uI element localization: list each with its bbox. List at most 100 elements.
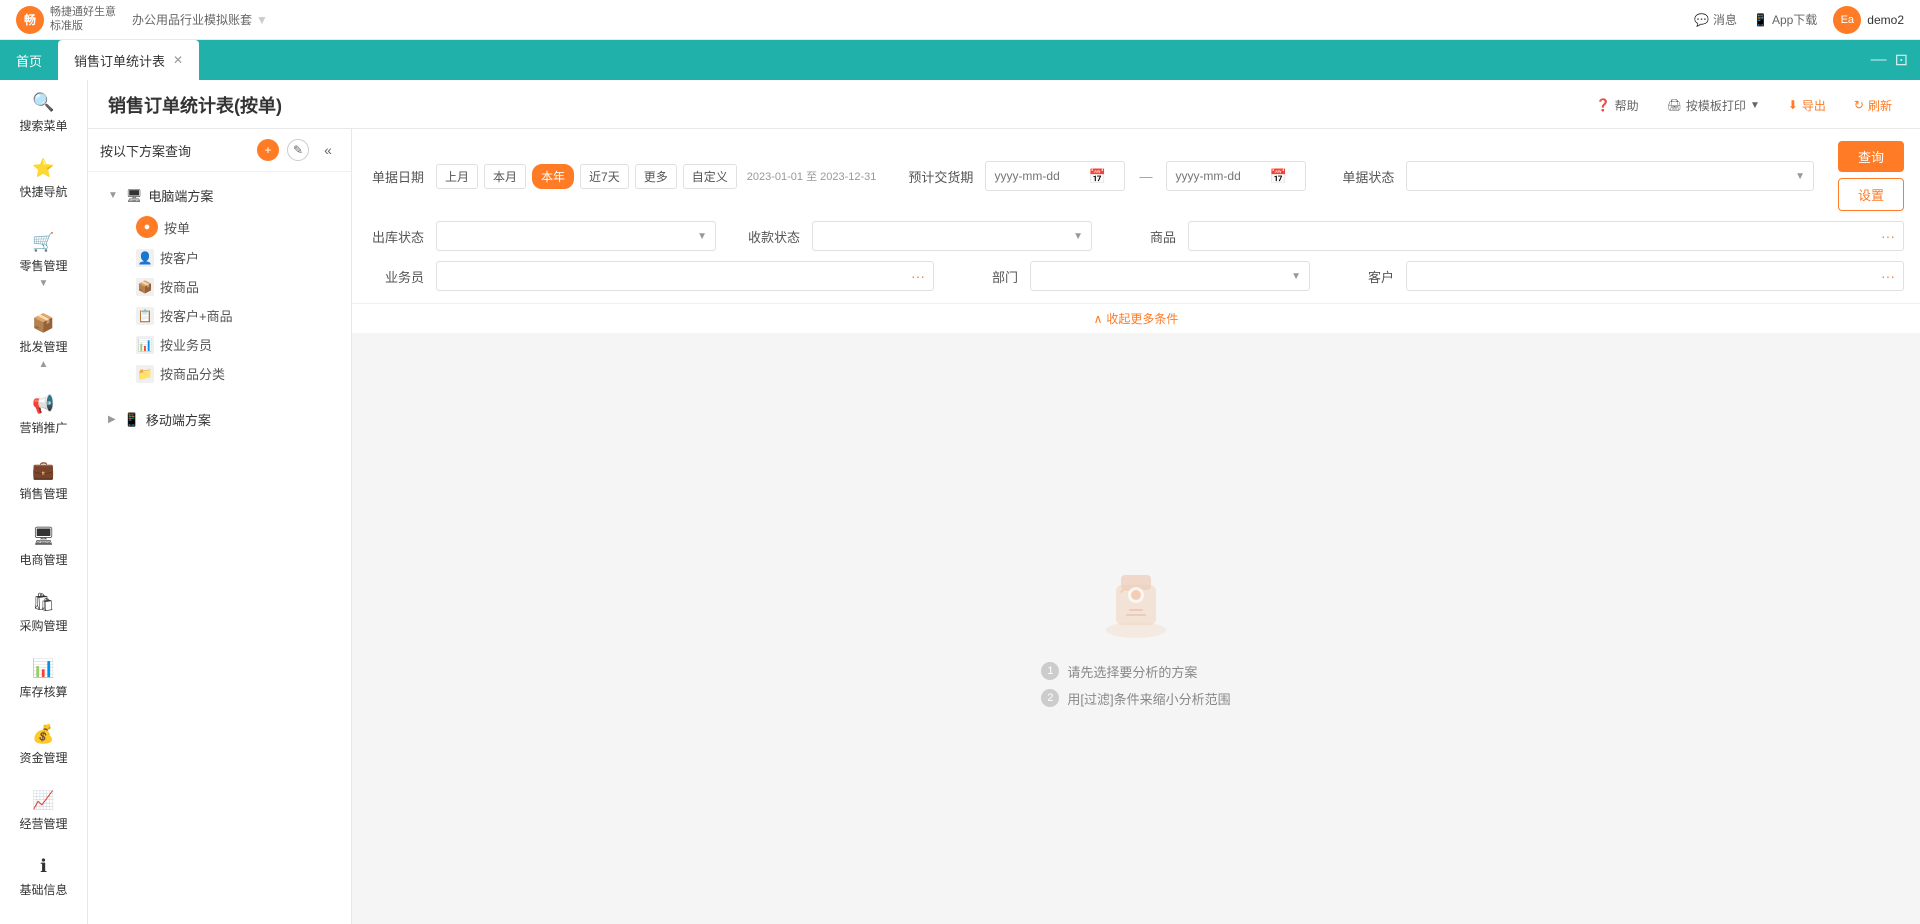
collapse-panel-btn[interactable]: «: [317, 139, 339, 161]
scheme-item-by-salesperson[interactable]: 📊 按业务员: [128, 330, 339, 359]
date-btn-custom[interactable]: 自定义: [683, 164, 737, 189]
scheme-item-by-customer-product[interactable]: 📋 按客户+商品: [128, 301, 339, 330]
receipt-select-arrow: ▼: [1073, 231, 1083, 242]
sidebar-item-sales[interactable]: 💼 销售管理: [0, 448, 87, 514]
shipment-status-select[interactable]: ▼: [436, 221, 716, 251]
sidebar-item-inventory[interactable]: 📊 库存核算: [0, 646, 87, 712]
by-product-icon: 📦: [136, 278, 154, 296]
shipment-select-arrow: ▼: [697, 231, 707, 242]
salesperson-input[interactable]: ···: [436, 261, 934, 291]
breadcrumb: 办公用品行业模拟账套 ▼: [132, 11, 268, 28]
template-print-btn[interactable]: 🖨 按模板打印 ▼: [1659, 93, 1768, 118]
pc-icon: 🖥: [126, 188, 143, 204]
customer-more-icon[interactable]: ···: [1881, 268, 1895, 284]
retail-icon: 🛒: [32, 232, 54, 253]
edit-scheme-btn[interactable]: ✎: [287, 139, 309, 161]
sidebar-item-finance[interactable]: 💰 资金管理: [0, 712, 87, 778]
sidebar-item-retail[interactable]: 🛒 零售管理 ▼: [0, 220, 87, 301]
department-select-arrow: ▼: [1291, 271, 1301, 282]
expected-delivery-start-input[interactable]: 📅: [985, 161, 1125, 191]
shipment-status-label: 出库状态: [368, 227, 424, 246]
customer-input[interactable]: ···: [1406, 261, 1904, 291]
product-label: 商品: [1120, 227, 1176, 246]
empty-state: 1 请先选择要分析的方案 2 用[过滤]条件来缩小分析范围: [352, 333, 1920, 924]
calendar-icon-end[interactable]: 📅: [1269, 168, 1286, 185]
sidebar-item-search[interactable]: 🔍 搜索菜单: [0, 80, 87, 146]
pc-section-arrow: ▼: [108, 190, 118, 201]
sidebar-item-wholesale[interactable]: 📦 批发管理 ▲: [0, 301, 87, 382]
wholesale-expand-icon: ▲: [39, 359, 49, 370]
app-download-btn[interactable]: 📱 App下载: [1753, 11, 1817, 28]
scheme-item-by-product[interactable]: 📦 按商品: [128, 272, 339, 301]
sidebar-item-operation[interactable]: 📈 经营管理: [0, 778, 87, 844]
expected-delivery-start-field[interactable]: [994, 169, 1084, 183]
date-btn-this-year[interactable]: 本年: [532, 164, 574, 189]
wholesale-icon: 📦: [32, 313, 54, 334]
salesperson-more-icon[interactable]: ···: [911, 268, 925, 284]
expected-delivery-end-input[interactable]: 📅: [1166, 161, 1306, 191]
sidebar-item-quick-nav[interactable]: ⭐ 快捷导航: [0, 146, 87, 212]
content-body: 按以下方案查询 + ✎ « ▼ 🖥 电脑端方案 ●: [88, 129, 1920, 924]
retail-expand-icon: ▼: [39, 278, 49, 289]
sidebar-item-ecommerce[interactable]: 🖥 电商管理: [0, 514, 87, 580]
user-area[interactable]: Ea demo2: [1833, 6, 1904, 34]
left-panel-title: 按以下方案查询: [100, 141, 191, 160]
app-download-icon: 📱: [1753, 13, 1768, 27]
add-scheme-btn[interactable]: +: [257, 139, 279, 161]
main-layout: 🔍 搜索菜单 ⭐ 快捷导航 🛒 零售管理 ▼ 📦 批发管理 ▲ 📢 营销推广 💼…: [0, 80, 1920, 924]
message-icon: 💬: [1694, 13, 1709, 27]
scheme-section-mobile-header[interactable]: ▶ 📱 移动端方案: [100, 404, 339, 435]
message-btn[interactable]: 💬 消息: [1694, 11, 1737, 28]
top-bar-left: 畅 畅捷通好生意 标准版 办公用品行业模拟账套 ▼: [16, 6, 268, 34]
expected-delivery-label: 预计交货期: [908, 167, 973, 186]
by-customer-icon: 👤: [136, 249, 154, 267]
logo-area: 畅 畅捷通好生意 标准版: [16, 6, 116, 34]
scheme-item-by-product-category[interactable]: 📁 按商品分类: [128, 359, 339, 388]
scheme-item-by-customer[interactable]: 👤 按客户: [128, 243, 339, 272]
tab-minimize-btn[interactable]: —: [1871, 51, 1887, 69]
expected-delivery-end-field[interactable]: [1175, 169, 1265, 183]
date-buttons-group: 上月 本月 本年 近7天 更多 自定义 2023-01-01 至 2023-12…: [436, 164, 876, 189]
export-icon: ⬇: [1788, 98, 1798, 112]
settings-btn[interactable]: 设置: [1838, 178, 1904, 211]
sidebar-item-purchase[interactable]: 🛍 采购管理: [0, 580, 87, 646]
mobile-section-arrow: ▶: [108, 414, 116, 425]
scheme-item-by-order[interactable]: ● 按单: [128, 211, 339, 243]
calendar-icon-start[interactable]: 📅: [1088, 168, 1105, 185]
scheme-children-pc: ● 按单 👤 按客户 📦 按商品 📋 按客: [100, 211, 339, 388]
tab-close-btn[interactable]: ✕: [173, 53, 183, 67]
refresh-btn[interactable]: ↻ 刷新: [1846, 93, 1900, 118]
collapse-filter-btn[interactable]: ∧ 收起更多条件: [352, 303, 1920, 333]
sidebar-item-basic[interactable]: ℹ 基础信息: [0, 844, 87, 910]
date-btn-last-7-days[interactable]: 近7天: [580, 164, 629, 189]
tip-num-2: 2: [1041, 689, 1059, 707]
finance-icon: 💰: [32, 724, 54, 745]
help-icon: ❓: [1596, 98, 1611, 112]
product-more-icon[interactable]: ···: [1881, 228, 1895, 244]
help-btn[interactable]: ❓ 帮助: [1588, 93, 1647, 118]
export-btn[interactable]: ⬇ 导出: [1780, 93, 1834, 118]
tab-sales-order-stats[interactable]: 销售订单统计表 ✕: [58, 40, 199, 80]
empty-illustration: [1086, 550, 1186, 650]
top-bar: 畅 畅捷通好生意 标准版 办公用品行业模拟账套 ▼ 💬 消息 📱 App下载 E…: [0, 0, 1920, 40]
scheme-section-pc-header[interactable]: ▼ 🖥 电脑端方案: [100, 180, 339, 211]
date-btn-more[interactable]: 更多: [635, 164, 677, 189]
order-status-select[interactable]: ▼: [1406, 161, 1814, 191]
product-input[interactable]: ···: [1188, 221, 1904, 251]
date-btn-last-month[interactable]: 上月: [436, 164, 478, 189]
tab-maximize-btn[interactable]: ⊡: [1895, 50, 1908, 70]
tab-bar: 首页 销售订单统计表 ✕ — ⊡: [0, 40, 1920, 80]
sidebar-item-marketing[interactable]: 📢 营销推广: [0, 382, 87, 448]
right-panel: 单据日期 上月 本月 本年 近7天 更多 自定义 2023-01-01 至 20…: [352, 129, 1920, 924]
content-area: 销售订单统计表(按单) ❓ 帮助 🖨 按模板打印 ▼ ⬇ 导出: [88, 80, 1920, 924]
receipt-status-select[interactable]: ▼: [812, 221, 1092, 251]
date-btn-this-month[interactable]: 本月: [484, 164, 526, 189]
tip-num-1: 1: [1041, 662, 1059, 680]
tab-home[interactable]: 首页: [0, 40, 58, 80]
by-salesperson-icon: 📊: [136, 336, 154, 354]
query-btn[interactable]: 查询: [1838, 141, 1904, 172]
left-panel-header: 按以下方案查询 + ✎ «: [88, 129, 351, 172]
scheme-section-pc: ▼ 🖥 电脑端方案 ● 按单 👤 按客户: [88, 172, 351, 396]
department-select[interactable]: ▼: [1030, 261, 1310, 291]
sidebar-item-system[interactable]: ⚙ 系统管理: [0, 910, 87, 924]
